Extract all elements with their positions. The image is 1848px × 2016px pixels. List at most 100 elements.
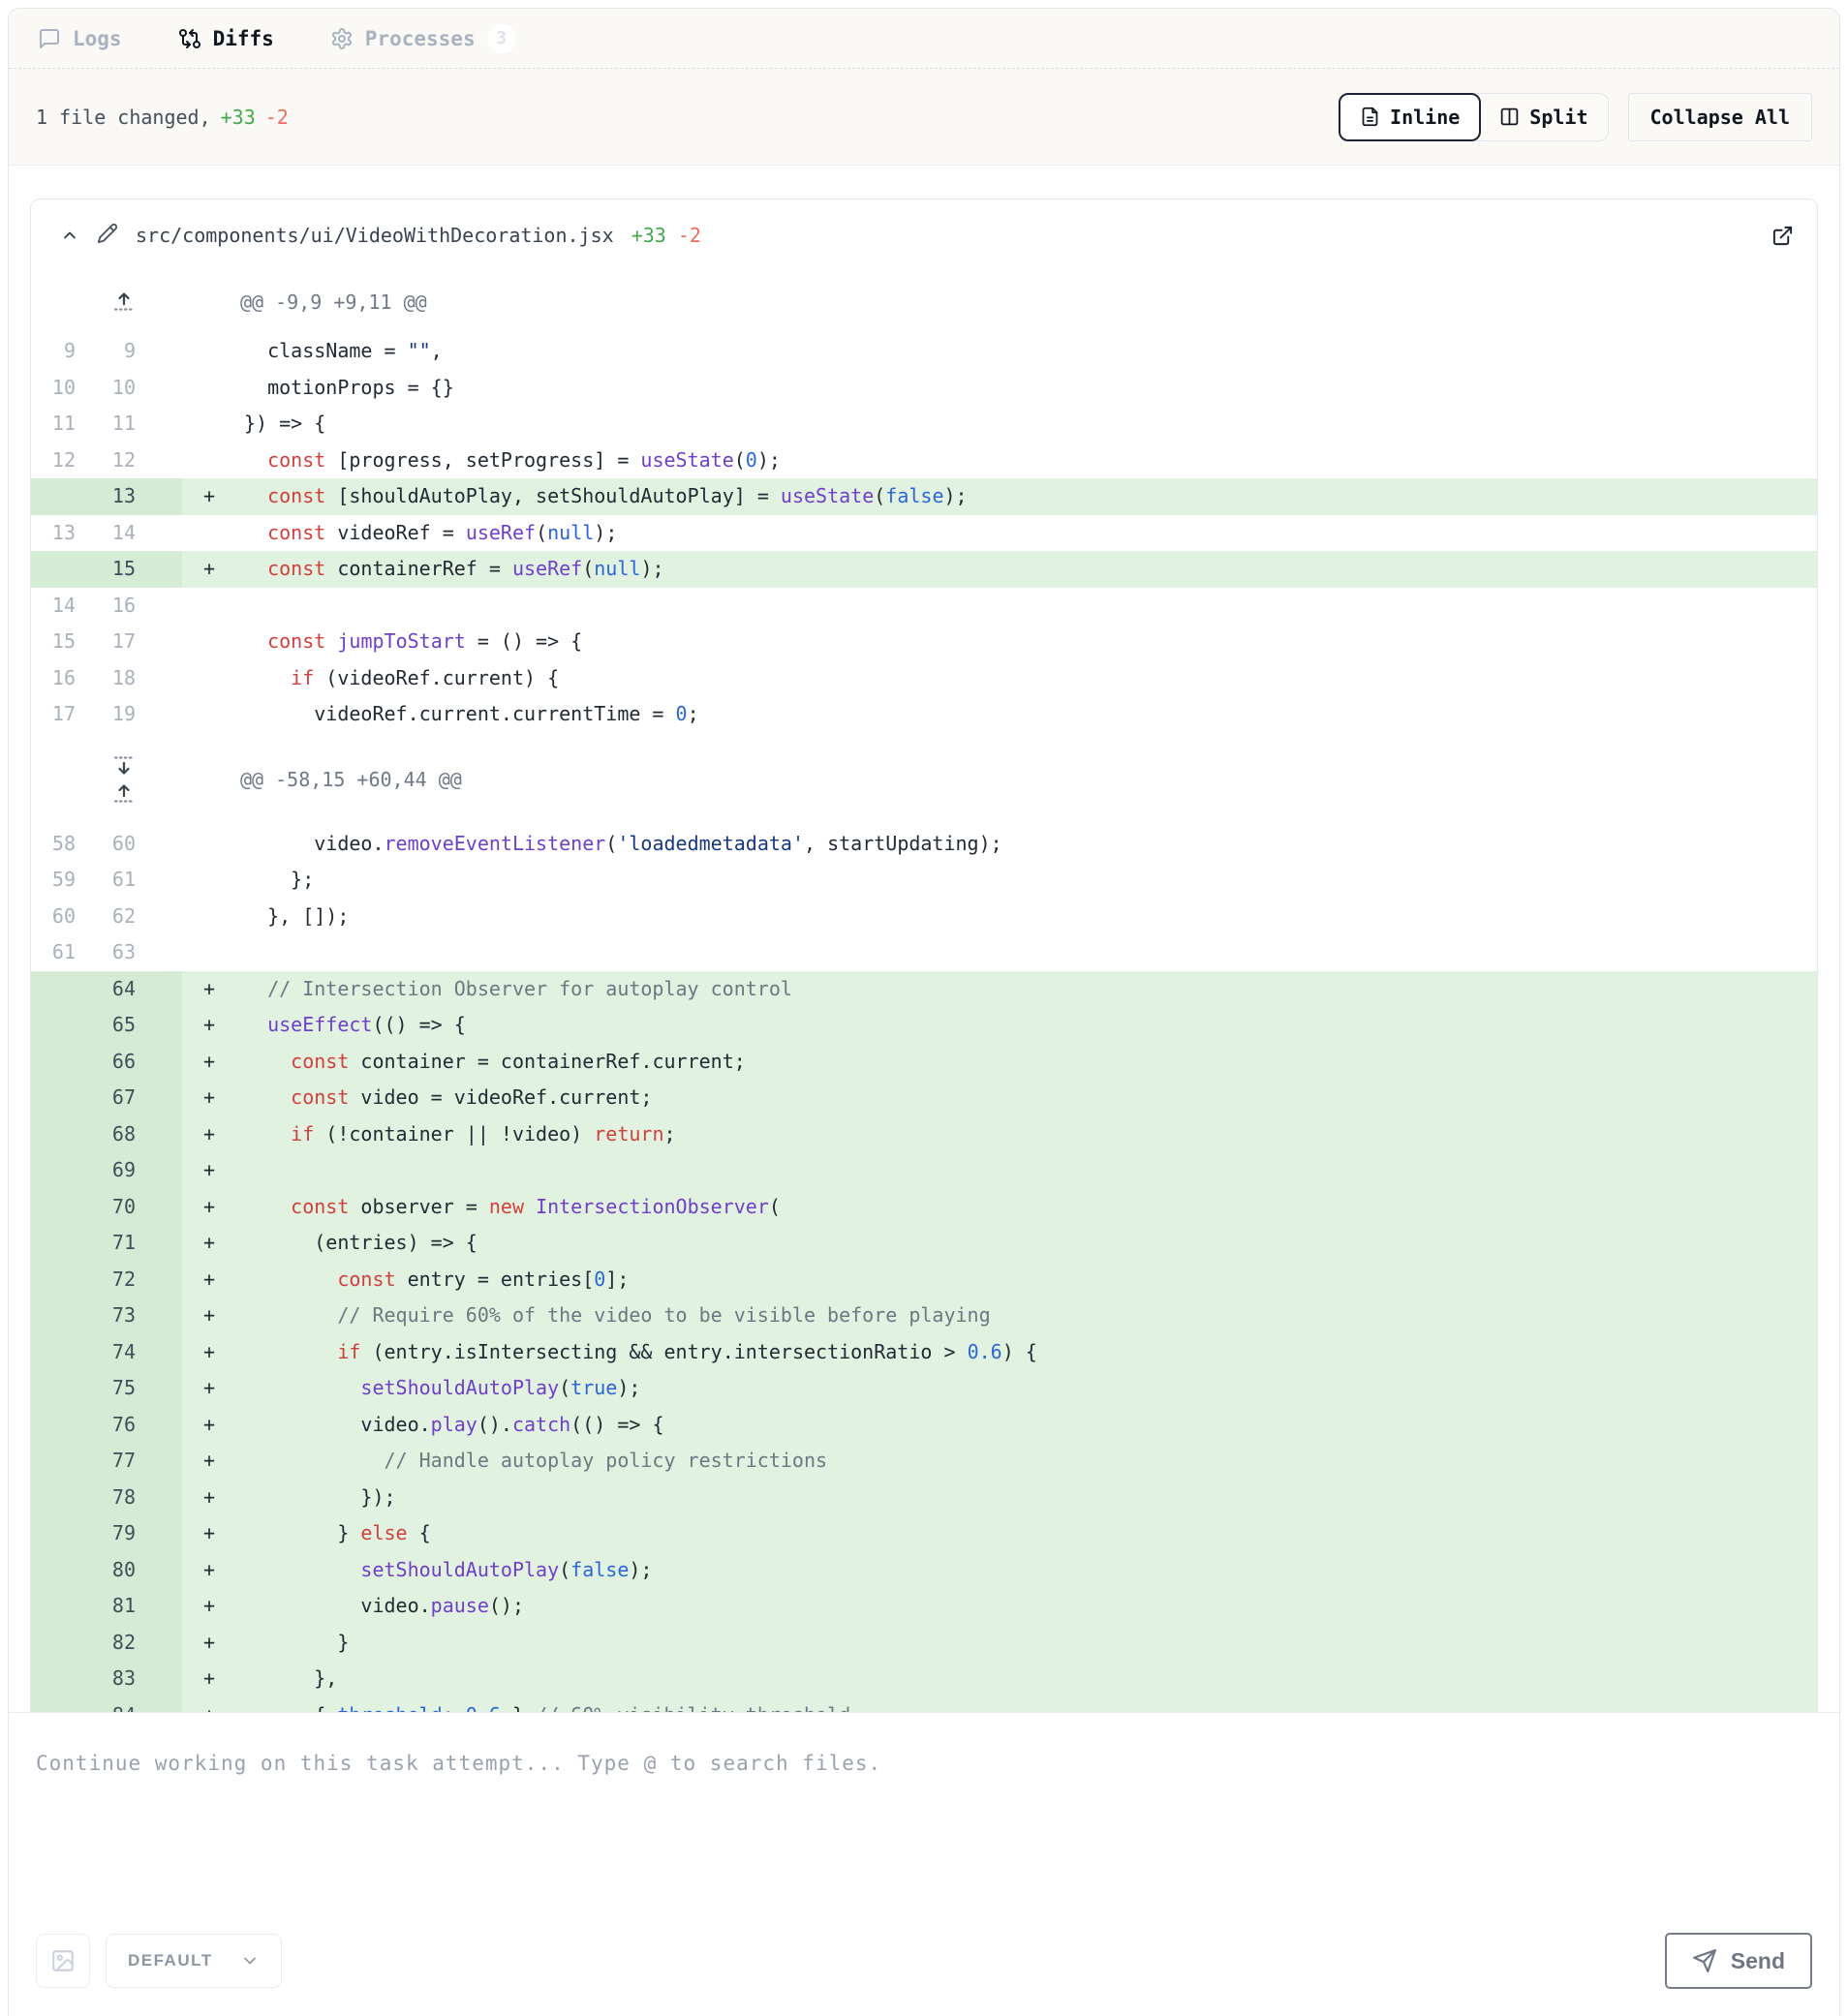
collapse-file-button[interactable] (60, 226, 79, 245)
gutter-pad (147, 443, 182, 479)
attach-image-button[interactable] (36, 1934, 90, 1988)
diff-toolbar: 1 file changed, +33 -2 Inline Split Coll… (9, 69, 1839, 166)
added-marker (182, 370, 244, 407)
diff-line-context: 12 12 const [progress, setProgress] = use… (31, 443, 1817, 479)
old-line-number (31, 1043, 87, 1080)
expand-up-icon[interactable] (109, 291, 139, 313)
code-line: if (videoRef.current) { (291, 665, 560, 689)
hunk-header-row: @@ -9,9 +9,11 @@ (31, 271, 1817, 333)
new-line-number: 18 (111, 665, 136, 689)
code-line: const [progress, setProgress] = useState… (267, 447, 781, 472)
diff-line-added: 13 + const [shouldAutoPlay, setShouldAuto… (31, 478, 1817, 515)
code-line: const jumpToStart = () => { (267, 629, 583, 653)
gutter-pad (147, 1588, 182, 1625)
diff-line-added: 76 + video.play().catch(() => { (31, 1406, 1817, 1443)
message-square-icon (40, 28, 59, 48)
expand-down-icon[interactable] (109, 754, 139, 776)
gutter-pad (147, 862, 182, 899)
old-line-number: 60 (51, 903, 76, 928)
diff-line-added: 15 + const containerRef = useRef(null); (31, 551, 1817, 588)
gutter-pad (147, 1406, 182, 1443)
collapse-all-button[interactable]: Collapse All (1627, 92, 1812, 141)
model-selector[interactable]: DEFAULT (106, 1934, 282, 1988)
message-input[interactable]: Continue working on this task attempt...… (36, 1752, 1812, 1775)
added-marker (182, 899, 244, 935)
new-line-number: 83 (87, 1661, 147, 1697)
diff-body: @@ -9,9 +9,11 @@ 9 9 className = "", 10 10 m… (31, 271, 1817, 1712)
chevron-up-icon (64, 231, 76, 239)
gutter-pad (147, 1443, 182, 1480)
added-marker: + (203, 1666, 216, 1690)
git-compare-icon (178, 28, 200, 48)
send-button[interactable]: Send (1664, 1933, 1812, 1989)
model-selector-label: DEFAULT (128, 1951, 213, 1970)
added-marker: + (203, 1303, 216, 1327)
inline-view-button[interactable]: Inline (1339, 92, 1482, 141)
new-line-number: 61 (111, 868, 136, 891)
open-file-external-button[interactable] (1771, 225, 1794, 247)
new-line-number: 16 (111, 593, 136, 617)
added-marker: + (203, 1557, 216, 1581)
added-marker (182, 826, 244, 863)
added-marker: + (203, 1449, 216, 1472)
tab-diffs[interactable]: Diffs (178, 27, 274, 50)
diff-line-added: 83 + }, (31, 1661, 1817, 1697)
diff-line-context: 17 19 videoRef.current.currentTime = 0; (31, 696, 1817, 733)
gutter-pad (147, 660, 182, 697)
split-view-button[interactable]: Split (1480, 94, 1607, 140)
old-line-number: 17 (51, 702, 76, 725)
columns-icon (1501, 107, 1519, 126)
gutter-pad (147, 1152, 182, 1189)
gutter-pad (147, 1696, 182, 1712)
toolbar-actions: Inline Split Collapse All (1339, 92, 1812, 141)
code-line: const containerRef = useRef(null); (267, 557, 664, 580)
old-line-number (31, 970, 87, 1007)
diff-line-added: 81 + video.pause(); (31, 1588, 1817, 1625)
tab-processes[interactable]: Processes 3 (330, 23, 516, 53)
tab-diffs-label: Diffs (212, 26, 274, 50)
new-line-number: 12 (111, 447, 136, 472)
old-line-number (31, 1225, 87, 1262)
diff-panel: src/components/ui/VideoWithDecoration.js… (9, 166, 1839, 1712)
diff-line-added: 80 + setShouldAutoPlay(false); (31, 1551, 1817, 1588)
added-marker: + (203, 1630, 216, 1654)
old-line-number (31, 1624, 87, 1661)
gutter-pad (147, 406, 182, 443)
code-line: }, (244, 1666, 338, 1690)
old-line-number: 61 (51, 940, 76, 963)
old-line-number (31, 1479, 87, 1515)
diff-line-added: 69 + (31, 1152, 1817, 1189)
diff-line-context: 60 62 }, []); (31, 899, 1817, 935)
gutter-pad (147, 1551, 182, 1588)
hunk-header-row: @@ -58,15 +60,44 @@ (31, 733, 1817, 826)
expand-up-icon[interactable] (109, 783, 139, 805)
added-marker: + (203, 976, 216, 1000)
old-line-number (31, 1298, 87, 1334)
code-line: video.pause(); (244, 1594, 524, 1617)
diff-line-context: 9 9 className = "", (31, 333, 1817, 370)
code-line: // Intersection Observer for autoplay co… (244, 976, 792, 1000)
new-line-number: 10 (111, 375, 136, 399)
added-marker: + (203, 1412, 216, 1436)
gutter-pad (147, 1188, 182, 1225)
gutter-pad (147, 934, 182, 971)
diff-line-added: 79 + } else { (31, 1515, 1817, 1552)
code-line: videoRef.current.currentTime = 0; (244, 702, 699, 725)
new-line-number: 60 (111, 831, 136, 855)
gutter-pad (147, 370, 182, 407)
new-line-number: 62 (111, 903, 136, 928)
collapse-all-label: Collapse All (1649, 105, 1791, 129)
new-line-number: 80 (87, 1551, 147, 1588)
file-path[interactable]: src/components/ui/VideoWithDecoration.js… (136, 224, 614, 247)
code-line: className = "", (244, 339, 443, 362)
gutter-pad (147, 899, 182, 935)
diff-line-context: 10 10 motionProps = {} (31, 370, 1817, 407)
processes-count-badge: 3 (486, 23, 516, 53)
diff-line-added: 72 + const entry = entries[0]; (31, 1261, 1817, 1298)
added-marker (182, 588, 244, 625)
diff-line-context: 59 61 }; (31, 862, 1817, 899)
tab-logs[interactable]: Logs (38, 27, 122, 50)
gutter-pad (147, 478, 182, 515)
code-line: if (!container || !video) return; (291, 1121, 676, 1145)
new-line-number: 81 (87, 1588, 147, 1625)
